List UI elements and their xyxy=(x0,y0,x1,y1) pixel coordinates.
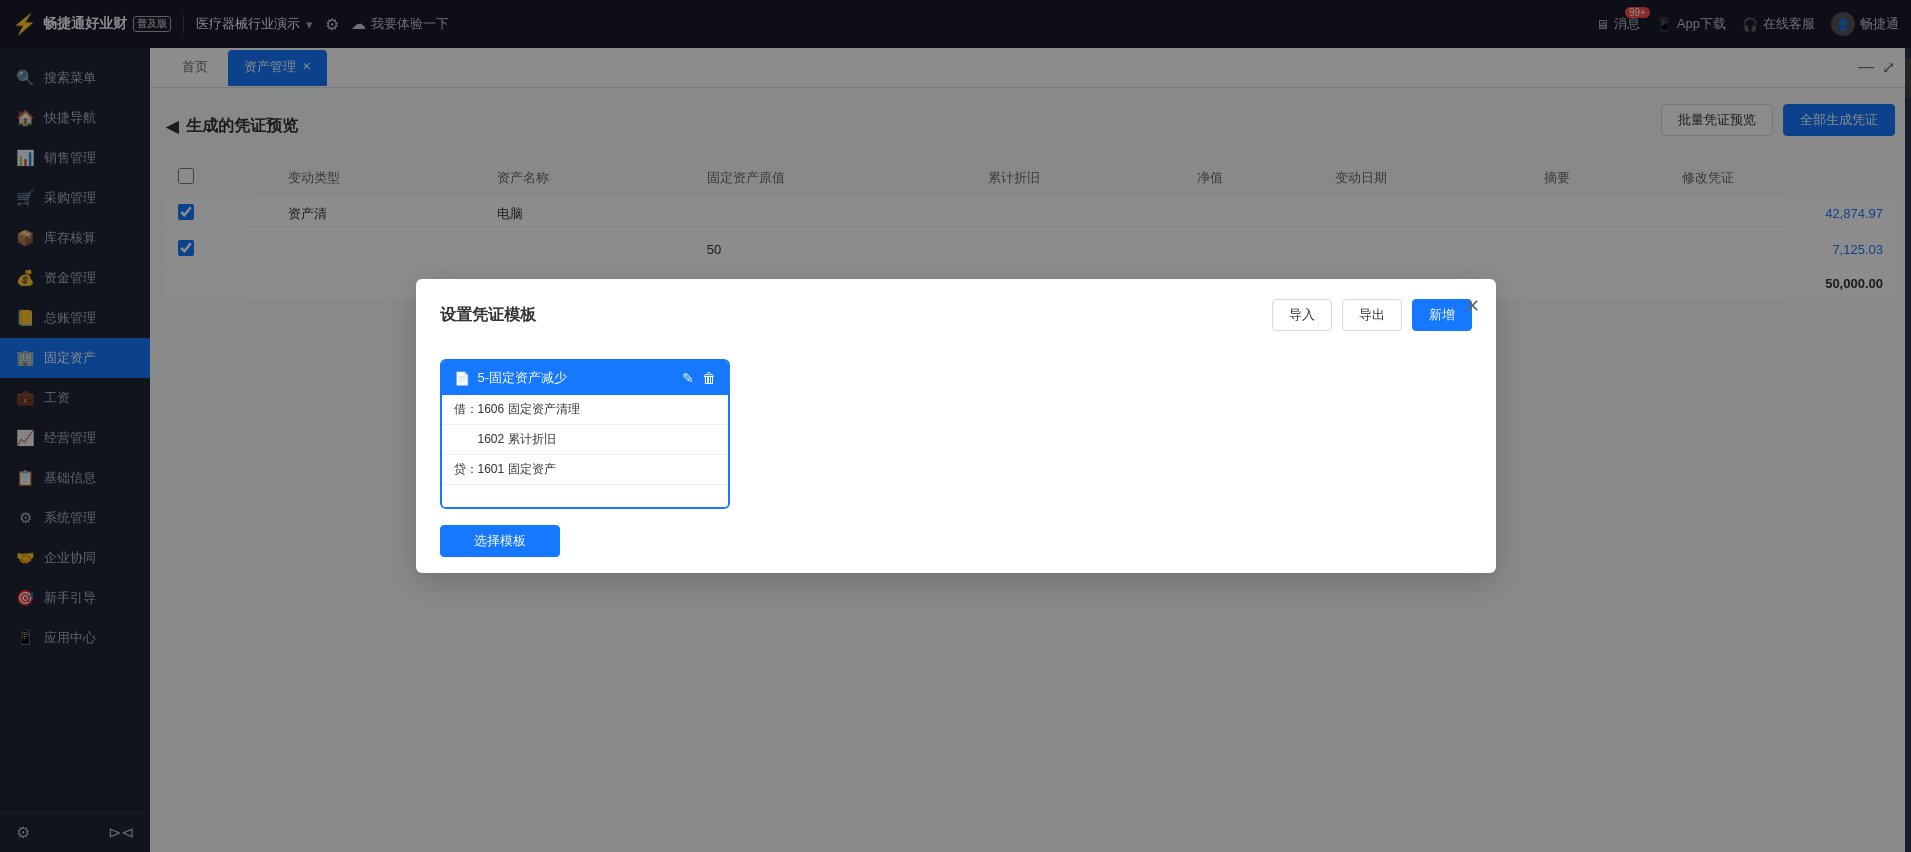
entry-amount xyxy=(658,395,693,425)
entry-label: 1602 累计折旧 xyxy=(442,425,659,455)
template-card-title: 📄 5-固定资产减少 xyxy=(454,369,568,387)
entry-amount2 xyxy=(693,425,728,455)
modal-toolbar: 导入 导出 新增 xyxy=(1272,299,1472,331)
modal-close-icon[interactable]: ✕ xyxy=(1465,295,1480,317)
entry-label: 借：1606 固定资产清理 xyxy=(442,395,659,425)
entry-amount xyxy=(658,425,693,455)
entry-label: 贷：1601 固定资产 xyxy=(442,455,659,485)
template-entries-table: 借：1606 固定资产清理 1602 累计折旧 xyxy=(442,395,728,507)
modal-header: 设置凭证模板 导入 导出 新增 ✕ xyxy=(416,279,1496,343)
template-entry-row: 借：1606 固定资产清理 xyxy=(442,395,728,425)
template-entry-row: 1602 累计折旧 xyxy=(442,425,728,455)
template-card-body: 借：1606 固定资产清理 1602 累计折旧 xyxy=(442,395,728,507)
new-template-button[interactable]: 新增 xyxy=(1412,299,1472,331)
template-doc-icon: 📄 xyxy=(454,371,470,386)
entry-amount2 xyxy=(693,395,728,425)
delete-template-icon[interactable]: 🗑 xyxy=(702,370,716,386)
select-template-button[interactable]: 选择模板 xyxy=(440,525,560,557)
entry-amount xyxy=(658,455,693,485)
template-card-header: 📄 5-固定资产减少 ✎ 🗑 xyxy=(442,361,728,395)
template-entry-row: 贷：1601 固定资产 xyxy=(442,455,728,485)
import-button[interactable]: 导入 xyxy=(1272,299,1332,331)
entry-amount2 xyxy=(693,455,728,485)
modal-body: 📄 5-固定资产减少 ✎ 🗑 借：1606 固定资产清理 xyxy=(416,343,1496,573)
modal-overlay[interactable]: 设置凭证模板 导入 导出 新增 ✕ 📄 5-固定资产减少 xyxy=(0,0,1911,852)
template-entry-empty-row xyxy=(442,485,728,507)
modal-set-template: 设置凭证模板 导入 导出 新增 ✕ 📄 5-固定资产减少 xyxy=(416,279,1496,573)
modal-title: 设置凭证模板 xyxy=(440,305,1272,326)
template-card: 📄 5-固定资产减少 ✎ 🗑 借：1606 固定资产清理 xyxy=(440,359,730,509)
template-name: 5-固定资产减少 xyxy=(478,369,568,387)
app-wrapper: ⚡ 畅捷通好业财 普及版 医疗器械行业演示 ▾ ⚙ ☁ 我要体验一下 🖥 消息 … xyxy=(0,0,1911,852)
export-button[interactable]: 导出 xyxy=(1342,299,1402,331)
edit-template-icon[interactable]: ✎ xyxy=(682,370,694,386)
template-card-actions: ✎ 🗑 xyxy=(682,370,716,386)
